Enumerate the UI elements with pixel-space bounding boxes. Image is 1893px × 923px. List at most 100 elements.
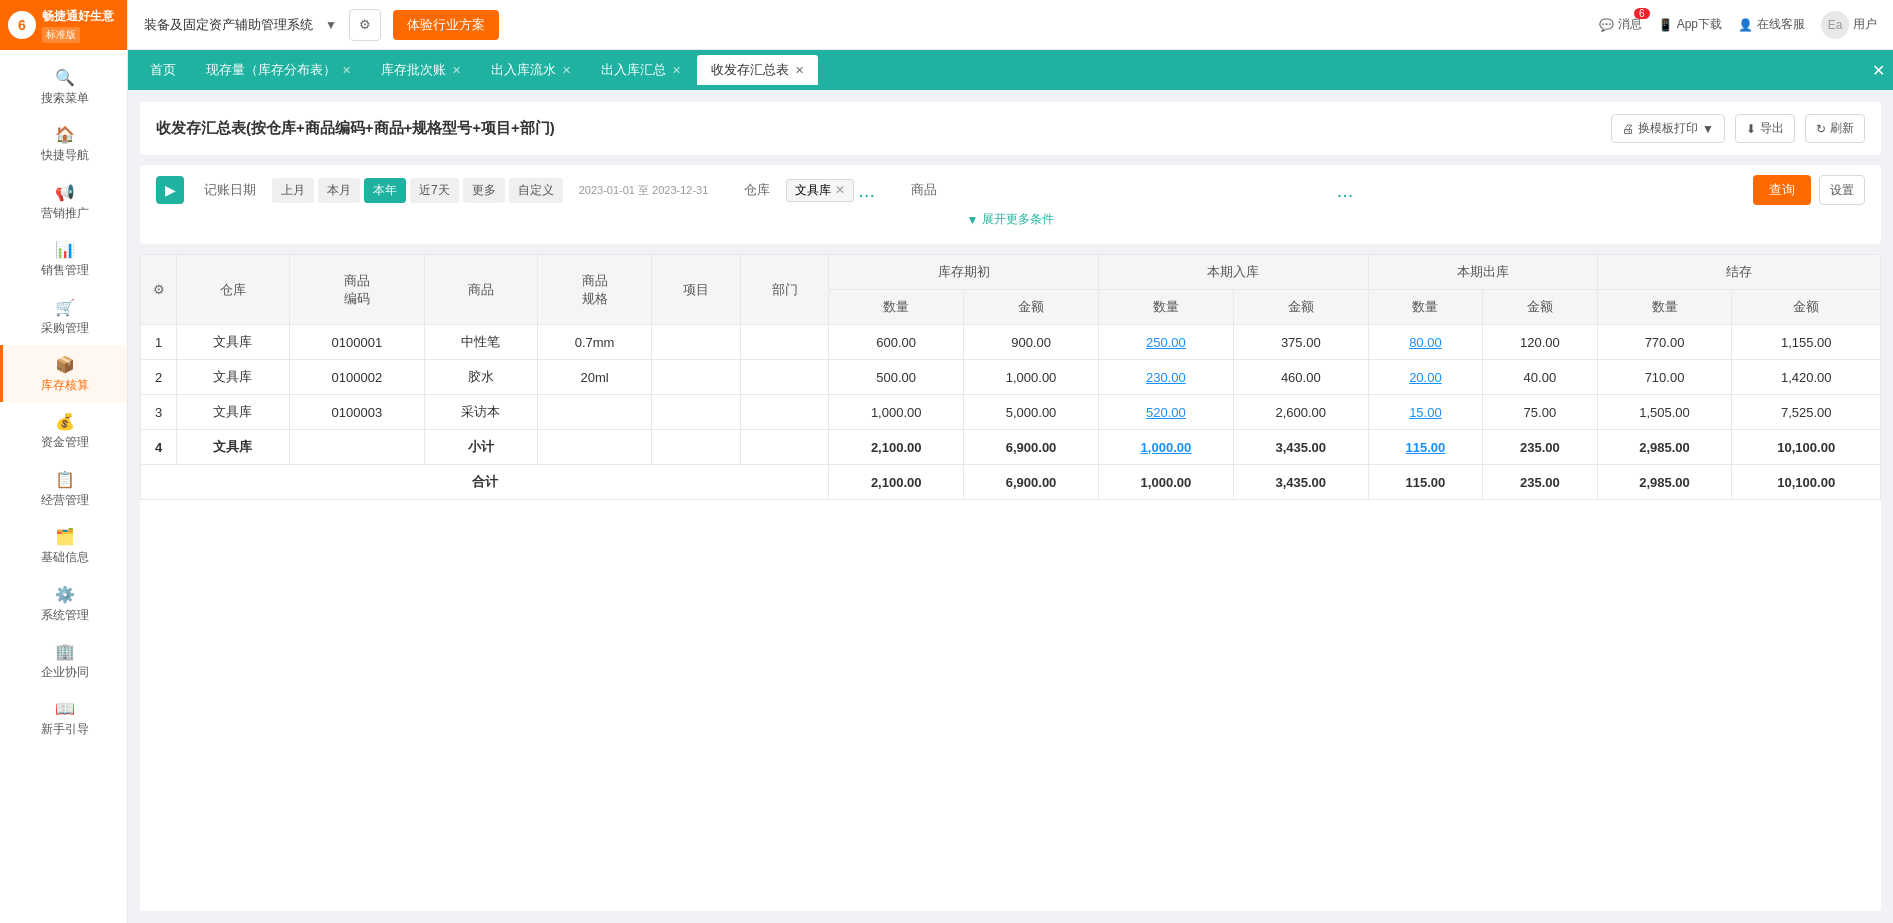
row-no: 2: [141, 360, 177, 395]
date-btn-更多[interactable]: 更多: [463, 178, 505, 203]
close-all-tabs-button[interactable]: ✕: [1872, 61, 1885, 80]
tab-stock-dist[interactable]: 现存量（库存分布表） ✕: [192, 55, 365, 85]
tab-label: 现存量（库存分布表）: [206, 61, 336, 79]
row-name: 胶水: [424, 360, 537, 395]
warehouse-tag-close-icon[interactable]: ✕: [835, 183, 845, 197]
out-qty-link[interactable]: 80.00: [1409, 335, 1442, 350]
settings-button[interactable]: ⚙: [349, 9, 381, 41]
filter-expand-button[interactable]: ▶: [156, 176, 184, 204]
sidebar-item-label: 企业协同: [41, 665, 89, 679]
user-action[interactable]: Ea 用户: [1821, 11, 1877, 39]
sidebar-item-enterprise[interactable]: 🏢企业协同: [0, 632, 127, 689]
sidebar-item-marketing[interactable]: 📢营销推广: [0, 173, 127, 230]
row-warehouse: 文具库: [177, 325, 290, 360]
footer-out-amt: 235.00: [1483, 465, 1597, 500]
th-out-amt: 金额: [1483, 290, 1597, 325]
date-btn-本年[interactable]: 本年: [364, 178, 406, 203]
row-bal-amt: 1,155.00: [1732, 325, 1881, 360]
row-in-qty: 1,000.00: [1098, 430, 1233, 465]
in-qty-link[interactable]: 250.00: [1146, 335, 1186, 350]
date-btn-自定义[interactable]: 自定义: [509, 178, 563, 203]
footer-in-qty: 1,000.00: [1098, 465, 1233, 500]
quick-nav-icon: 🏠: [55, 125, 75, 144]
topbar-actions: 💬 消息 6 📱 App下载 👤 在线客服 Ea 用户: [1599, 11, 1877, 39]
tab-inout-summary[interactable]: 出入库汇总 ✕: [587, 55, 695, 85]
table-settings-header[interactable]: ⚙: [141, 255, 177, 325]
row-open-amt: 5,000.00: [964, 395, 1099, 430]
sidebar-item-quick-nav[interactable]: 🏠快捷导航: [0, 115, 127, 172]
date-btn-近7天[interactable]: 近7天: [410, 178, 459, 203]
sidebar-item-operations[interactable]: 📋经营管理: [0, 460, 127, 517]
sidebar-item-basic-info[interactable]: 🗂️基础信息: [0, 517, 127, 574]
filter-expand-row[interactable]: ▼ 展开更多条件: [156, 205, 1865, 234]
footer-bal-qty: 2,985.00: [1597, 465, 1732, 500]
in-qty-link[interactable]: 520.00: [1146, 405, 1186, 420]
sidebar-item-sales[interactable]: 📊销售管理: [0, 230, 127, 287]
footer-bal-amt: 10,100.00: [1732, 465, 1881, 500]
th-name: 商品: [424, 255, 537, 325]
tab-close-icon[interactable]: ✕: [672, 64, 681, 77]
online-service-icon: 👤: [1738, 18, 1753, 32]
date-btn-本月[interactable]: 本月: [318, 178, 360, 203]
tab-close-icon[interactable]: ✕: [562, 64, 571, 77]
tab-batch-account[interactable]: 库存批次账✕: [367, 55, 475, 85]
app-download-action[interactable]: 📱 App下载: [1658, 16, 1722, 33]
tab-label: 出入库汇总: [601, 61, 666, 79]
out-qty-link[interactable]: 115.00: [1406, 440, 1446, 455]
row-no: 4: [141, 430, 177, 465]
tab-home[interactable]: 首页: [136, 55, 190, 85]
system-dropdown[interactable]: ▼: [325, 18, 337, 32]
trial-button[interactable]: 体验行业方案: [393, 10, 499, 40]
operations-icon: 📋: [55, 470, 75, 489]
query-button[interactable]: 查询: [1753, 175, 1811, 205]
table-row: 2 文具库 0100002 胶水 20ml 500.00 1,000.00 23…: [141, 360, 1881, 395]
goods-more-button[interactable]: ...: [1337, 180, 1354, 200]
row-project: [652, 430, 741, 465]
sidebar-item-system[interactable]: ⚙️系统管理: [0, 575, 127, 632]
warehouse-more-button[interactable]: ...: [858, 180, 875, 200]
sidebar-item-inventory[interactable]: 📦库存核算: [0, 345, 127, 402]
date-btn-上月[interactable]: 上月: [272, 178, 314, 203]
row-warehouse: 文具库: [177, 395, 290, 430]
message-action[interactable]: 💬 消息 6: [1599, 16, 1642, 33]
row-bal-qty: 2,985.00: [1597, 430, 1732, 465]
refresh-button[interactable]: ↻ 刷新: [1805, 114, 1865, 143]
th-out: 本期出库: [1368, 255, 1597, 290]
tab-label: 收发存汇总表: [711, 61, 789, 79]
table-settings-icon[interactable]: ⚙: [153, 282, 165, 297]
in-qty-link[interactable]: 1,000.00: [1141, 440, 1192, 455]
expand-icon: ▼: [967, 213, 979, 227]
sidebar-item-search[interactable]: 🔍搜索菜单: [0, 58, 127, 115]
row-code: [289, 430, 424, 465]
sidebar-item-label: 搜索菜单: [41, 91, 89, 105]
sidebar: 6 畅捷通好生意 标准版 🔍搜索菜单🏠快捷导航📢营销推广📊销售管理🛒采购管理📦库…: [0, 0, 128, 923]
main-area: 装备及固定资产辅助管理系统 ▼ ⚙ 体验行业方案 💬 消息 6 📱 App下载 …: [128, 0, 1893, 923]
sidebar-item-purchase[interactable]: 🛒采购管理: [0, 288, 127, 345]
online-service-action[interactable]: 👤 在线客服: [1738, 16, 1805, 33]
sidebar-item-guide[interactable]: 📖新手引导: [0, 689, 127, 746]
row-out-amt: 40.00: [1483, 360, 1597, 395]
page-title: 收发存汇总表(按仓库+商品编码+商品+规格型号+项目+部门): [156, 119, 555, 138]
template-print-button[interactable]: 🖨 换模板打印 ▼: [1611, 114, 1725, 143]
tab-close-icon[interactable]: ✕: [795, 64, 804, 77]
tab-close-icon[interactable]: ✕: [452, 64, 461, 77]
row-name: 中性笔: [424, 325, 537, 360]
row-code: 0100001: [289, 325, 424, 360]
row-warehouse: 文具库: [177, 360, 290, 395]
filter-settings-button[interactable]: 设置: [1819, 175, 1865, 205]
row-in-qty: 230.00: [1098, 360, 1233, 395]
export-button[interactable]: ⬇ 导出: [1735, 114, 1795, 143]
warehouse-tag[interactable]: 文具库 ✕: [786, 179, 854, 202]
marketing-icon: 📢: [55, 183, 75, 202]
row-dept: [740, 430, 829, 465]
in-qty-link[interactable]: 230.00: [1146, 370, 1186, 385]
footer-label: 合计: [141, 465, 829, 500]
out-qty-link[interactable]: 20.00: [1409, 370, 1442, 385]
tab-inout-flow[interactable]: 出入库流水✕: [477, 55, 585, 85]
tab-close-icon[interactable]: ✕: [342, 64, 351, 77]
tabbar: 首页现存量（库存分布表）✕库存批次账✕出入库流水✕出入库汇总✕收发存汇总表✕✕: [128, 50, 1893, 90]
inventory-icon: 📦: [55, 355, 75, 374]
out-qty-link[interactable]: 15.00: [1409, 405, 1442, 420]
tab-recv-send-summary[interactable]: 收发存汇总表 ✕: [697, 55, 818, 85]
sidebar-item-finance[interactable]: 💰资金管理: [0, 402, 127, 459]
